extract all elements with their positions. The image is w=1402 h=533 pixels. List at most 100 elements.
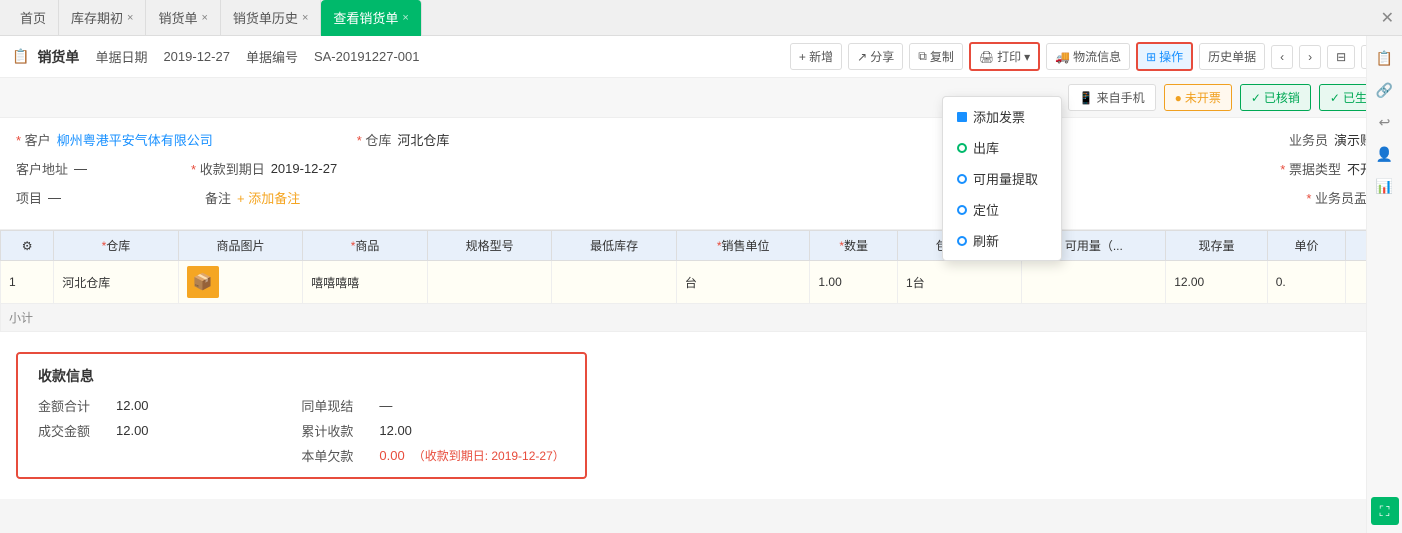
check-icon: ✓ [1251, 91, 1261, 105]
view-grid-button[interactable]: ⊟ [1327, 45, 1355, 69]
table-header-row: ⚙ *仓库 商品图片 *商品 规格型号 最低库存 *销售单位 *数量 包装数量 … [1, 231, 1402, 261]
invoice-icon: ● [1175, 91, 1182, 105]
from-phone-btn[interactable]: 📱 来自手机 [1068, 84, 1156, 111]
total-label: 金额合计 [38, 396, 108, 415]
close-tab-2[interactable]: × [201, 12, 207, 24]
close-tab-4[interactable]: × [402, 12, 408, 24]
ticket-type-label: 票据类型 [1280, 159, 1341, 178]
share-button[interactable]: ↗ 分享 [848, 43, 903, 70]
dropdown-add-invoice[interactable]: 添加发票 [943, 101, 1061, 132]
total-value: 12.00 [116, 398, 149, 413]
add-button[interactable]: + 新增 [790, 43, 842, 70]
nav-next-button[interactable]: › [1299, 45, 1321, 69]
row-available [1022, 261, 1166, 304]
payment-row-total: 金额合计 12.00 [38, 396, 301, 415]
th-warehouse: *仓库 [54, 231, 179, 261]
tab-sales-history[interactable]: 销货单历史 × [221, 0, 321, 36]
nav-prev-button[interactable]: ‹ [1271, 45, 1293, 69]
logistics-button[interactable]: 🚚 物流信息 [1046, 43, 1130, 70]
row-unit: 台 [676, 261, 810, 304]
completed-btn[interactable]: ✓ 已核销 [1240, 84, 1311, 111]
th-unit: *销售单位 [676, 231, 810, 261]
sidebar-icon-user[interactable]: 👤 [1371, 140, 1399, 168]
tab-bar: 首页 库存期初 × 销货单 × 销货单历史 × 查看销货单 × ✕ [0, 0, 1402, 36]
ops-dropdown-menu: 添加发票 出库 可用量提取 定位 刷新 [942, 96, 1062, 261]
operator-label: 业务员 [1289, 130, 1328, 149]
form-row-2: 客户地址 — 收款到期日 2019-12-27 票据类型 不开票 [16, 159, 1386, 178]
extract-icon [957, 174, 967, 184]
tab-sales-order[interactable]: 销货单 × [146, 0, 220, 36]
project-value: — [48, 190, 61, 205]
th-gear[interactable]: ⚙ [1, 231, 54, 261]
dropdown-available-extract[interactable]: 可用量提取 [943, 163, 1061, 194]
sidebar-icon-link[interactable]: 🔗 [1371, 76, 1399, 104]
payment-date-label: 收款到期日 [191, 159, 265, 178]
same-order-label: 同单现结 [301, 396, 371, 415]
dropdown-refresh[interactable]: 刷新 [943, 225, 1061, 256]
th-img: 商品图片 [178, 231, 303, 261]
note-label: 备注 [205, 188, 231, 207]
products-table: ⚙ *仓库 商品图片 *商品 规格型号 最低库存 *销售单位 *数量 包装数量 … [0, 230, 1402, 332]
th-spec: 规格型号 [427, 231, 552, 261]
payment-row-due [38, 446, 301, 465]
payment-title: 收款信息 [38, 366, 565, 386]
effective-icon: ✓ [1330, 91, 1340, 105]
phone-icon: 📱 [1079, 91, 1094, 105]
payment-date-field: 收款到期日 2019-12-27 [191, 159, 337, 178]
tab-inventory-init[interactable]: 库存期初 × [59, 0, 146, 36]
note-field: 备注 + 添加备注 [205, 188, 300, 207]
row-warehouse: 河北仓库 [54, 261, 179, 304]
dropdown-locate[interactable]: 定位 [943, 194, 1061, 225]
customer-value[interactable]: 柳州粤港平安气体有限公司 [57, 130, 213, 149]
project-label: 项目 [16, 188, 42, 207]
tab-view-sales-order[interactable]: 查看销货单 × [321, 0, 421, 36]
close-window-btn[interactable]: ✕ [1381, 8, 1394, 28]
close-tab-3[interactable]: × [302, 12, 308, 24]
number-label: 单据编号 [246, 47, 298, 66]
customer-label: 客户 [16, 130, 51, 149]
copy-button[interactable]: ⧉ 复制 [909, 43, 963, 70]
deal-amount-label: 成交金额 [38, 421, 108, 440]
subtotal-label: 小计 [1, 304, 1402, 332]
print-button[interactable]: 🖨 打印 ▾ [969, 42, 1040, 71]
row-current-stock: 12.00 [1166, 261, 1268, 304]
payment-row-current-due: 本单欠款 0.00 （收款到期日: 2019-12-27） [301, 446, 564, 465]
payment-row-same-order: 同单现结 — [301, 396, 564, 415]
payment-section: 收款信息 金额合计 12.00 同单现结 — 成交金额 12.00 累计收款 1… [0, 332, 1402, 499]
history-button[interactable]: 历史单据 [1199, 43, 1265, 70]
payment-date-value: 2019-12-27 [271, 161, 338, 176]
product-image: 📦 [187, 266, 219, 298]
th-price: 单价 [1267, 231, 1346, 261]
toolbar: 📋 销货单 单据日期 2019-12-27 单据编号 SA-20191227-0… [0, 36, 1402, 78]
row-price: 0. [1267, 261, 1346, 304]
copy-icon: ⧉ [918, 49, 927, 64]
sidebar-icon-chart[interactable]: 📊 [1371, 172, 1399, 200]
sidebar-icon-expand[interactable]: ⛶ [1371, 497, 1399, 525]
locate-icon [957, 205, 967, 215]
address-field: 客户地址 — [16, 159, 87, 178]
cumulative-label: 累计收款 [301, 421, 371, 440]
same-order-value: — [379, 398, 392, 413]
payment-info-box: 收款信息 金额合计 12.00 同单现结 — 成交金额 12.00 累计收款 1… [16, 352, 587, 479]
doc-icon: 📋 [12, 48, 29, 65]
row-img: 📦 [178, 261, 303, 304]
ops-button[interactable]: ⊞ 操作 [1136, 42, 1193, 71]
sidebar-icon-return[interactable]: ↩ [1371, 108, 1399, 136]
dropdown-outbound[interactable]: 出库 [943, 132, 1061, 163]
add-note-btn[interactable]: + 添加备注 [237, 188, 300, 207]
not-open-btn[interactable]: ● 未开票 [1164, 84, 1232, 111]
table-row: 1 河北仓库 📦 嘻嘻嘻嘻 台 1.00 1台 12.00 0. [1, 261, 1402, 304]
row-spec [427, 261, 552, 304]
action-row: 📱 来自手机 ● 未开票 ✓ 已核销 ✓ 已生效 [0, 78, 1402, 118]
address-value: — [74, 161, 87, 176]
tab-home[interactable]: 首页 [8, 0, 59, 36]
sidebar-icon-document[interactable]: 📋 [1371, 44, 1399, 72]
row-min-stock [552, 261, 677, 304]
th-min-stock: 最低库存 [552, 231, 677, 261]
close-tab-1[interactable]: × [127, 12, 133, 24]
warehouse-field: 仓库 河北仓库 [357, 130, 450, 149]
warehouse-label: 仓库 [357, 130, 392, 149]
row-pkg-qty: 1台 [897, 261, 1022, 304]
grid-icon: ⊞ [1146, 50, 1156, 64]
right-sidebar: 📋 🔗 ↩ 👤 📊 ⛶ [1366, 36, 1402, 533]
